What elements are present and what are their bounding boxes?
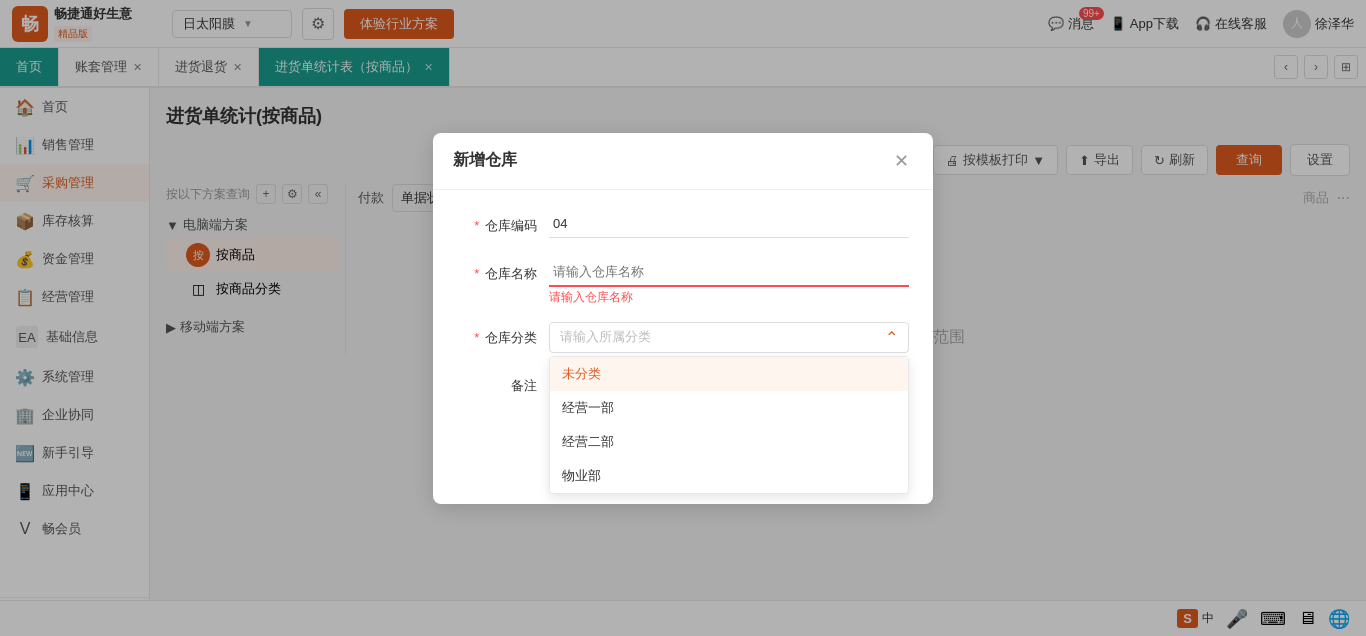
modal-overlay: 新增仓库 ✕ 仓库编码 仓库名称 请输入仓库名称 bbox=[0, 0, 1366, 636]
category-option-dept1[interactable]: 经营一部 bbox=[550, 391, 908, 425]
modal-header: 新增仓库 ✕ bbox=[433, 133, 933, 190]
category-label: 仓库分类 bbox=[457, 322, 537, 354]
code-input[interactable] bbox=[549, 210, 909, 238]
name-error-msg: 请输入仓库名称 bbox=[549, 289, 909, 306]
chevron-up-icon: ⌃ bbox=[885, 328, 898, 347]
modal-close-button[interactable]: ✕ bbox=[889, 149, 913, 173]
new-warehouse-modal: 新增仓库 ✕ 仓库编码 仓库名称 请输入仓库名称 bbox=[433, 133, 933, 504]
note-label: 备注 bbox=[457, 370, 537, 402]
form-row-name: 仓库名称 请输入仓库名称 bbox=[457, 258, 909, 306]
name-control: 请输入仓库名称 bbox=[549, 258, 909, 306]
category-dropdown: 未分类 经营一部 经营二部 物业部 bbox=[549, 356, 909, 494]
modal-body: 仓库编码 仓库名称 请输入仓库名称 仓库分类 bbox=[433, 190, 933, 438]
category-option-unclassified[interactable]: 未分类 bbox=[550, 357, 908, 391]
form-row-category: 仓库分类 请输入所属分类 ⌃ 未分类 经营一部 经营二部 物业部 bbox=[457, 322, 909, 354]
category-selector[interactable]: 请输入所属分类 ⌃ bbox=[549, 322, 909, 353]
category-option-dept2[interactable]: 经营二部 bbox=[550, 425, 908, 459]
code-label: 仓库编码 bbox=[457, 210, 537, 242]
modal-title: 新增仓库 bbox=[453, 150, 517, 171]
category-placeholder: 请输入所属分类 bbox=[560, 328, 651, 346]
code-control bbox=[549, 210, 909, 238]
form-row-code: 仓库编码 bbox=[457, 210, 909, 242]
category-control: 请输入所属分类 ⌃ bbox=[549, 322, 909, 353]
name-label: 仓库名称 bbox=[457, 258, 537, 290]
name-input[interactable] bbox=[549, 258, 909, 287]
category-option-property[interactable]: 物业部 bbox=[550, 459, 908, 493]
